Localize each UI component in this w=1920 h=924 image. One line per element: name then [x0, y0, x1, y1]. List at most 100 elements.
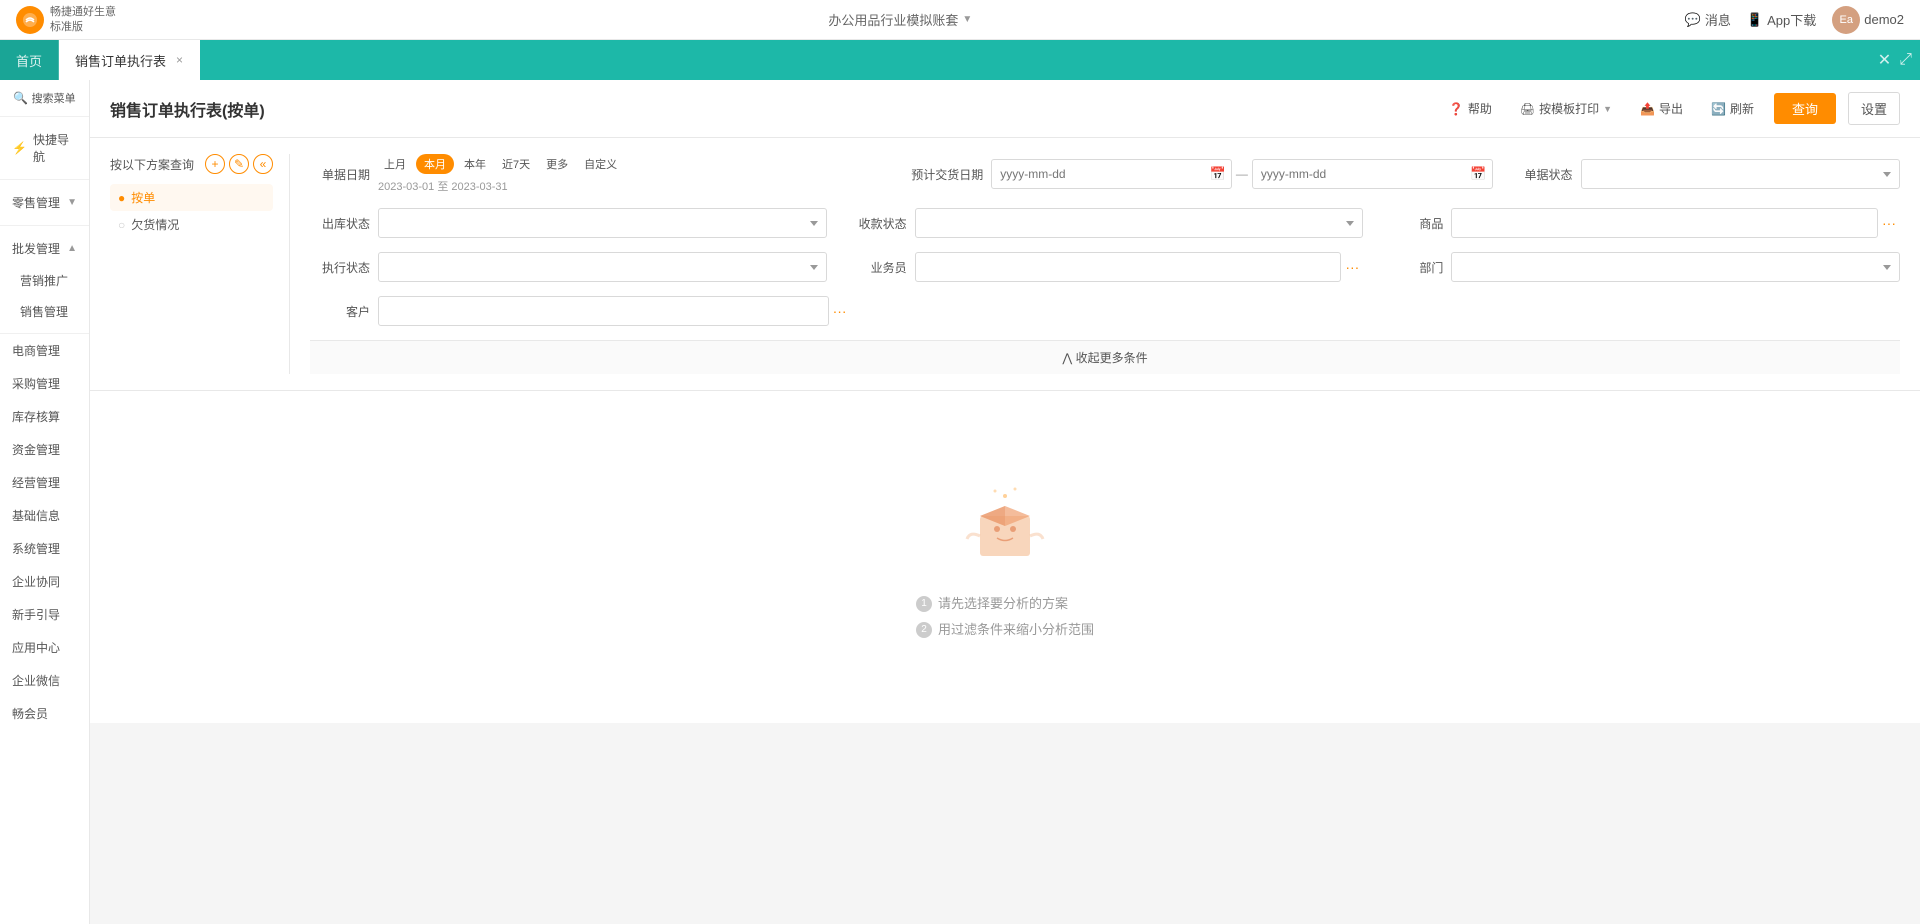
delivery-status-select[interactable]: [378, 208, 827, 238]
sidebar-item-marketing[interactable]: 营销推广: [0, 265, 89, 296]
sidebar-item-inventory[interactable]: 库存核算: [0, 400, 89, 433]
print-btn[interactable]: 🖨 按模板打印 ▼: [1512, 96, 1620, 121]
expected-date-from-input[interactable]: [991, 159, 1232, 189]
sidebar-item-corpwechat[interactable]: 企业微信: [0, 664, 89, 697]
sidebar-item-basic[interactable]: 基础信息: [0, 499, 89, 532]
goods-control: ···: [1451, 208, 1900, 238]
collapse-filter-btn[interactable]: ⋀ 收起更多条件: [310, 340, 1900, 374]
collapse-scheme-btn[interactable]: «: [253, 154, 273, 174]
expected-date-to-input[interactable]: [1252, 159, 1493, 189]
user-area[interactable]: Ea demo2: [1832, 6, 1904, 34]
page-header: 销售订单执行表(按单) ❓ 帮助 🖨 按模板打印 ▼ 📤 导出 🔄 刷新: [90, 80, 1920, 138]
date-btn-this-month[interactable]: 本月: [416, 154, 454, 174]
message-action[interactable]: 💬 消息: [1685, 10, 1731, 29]
sidebar-item-finance[interactable]: 资金管理: [0, 433, 89, 466]
exec-status-control: [378, 252, 827, 282]
sidebar-item-appstore[interactable]: 应用中心: [0, 631, 89, 664]
industry-selector[interactable]: 办公用品行业模拟账套 ▼: [828, 10, 972, 29]
export-btn[interactable]: 📤 导出: [1632, 96, 1691, 121]
goods-more-btn[interactable]: ···: [1878, 215, 1900, 231]
tab-home[interactable]: 首页: [0, 40, 59, 80]
date-range-text: 2023-03-01 至 2023-03-31: [378, 178, 891, 194]
sidebar-item-sales[interactable]: 销售管理: [0, 296, 89, 327]
dept-select[interactable]: [1451, 252, 1900, 282]
scheme-item-欠货情况[interactable]: ○ 欠货情况: [110, 211, 273, 238]
delivery-status-control: [378, 208, 827, 238]
filter-row-3: 执行状态 业务员 ···: [310, 252, 1900, 282]
date-btn-7days[interactable]: 近7天: [496, 154, 536, 174]
sidebar-item-retail[interactable]: 零售管理 ▼: [0, 186, 89, 219]
date-separator: —: [1236, 167, 1248, 181]
tab-expand-icon[interactable]: ⤢: [1899, 51, 1912, 69]
doc-status-control: [1581, 159, 1901, 189]
filter-payment-status: 收款状态: [847, 208, 1364, 238]
sidebar-item-wholesale[interactable]: 批发管理 ▲: [0, 232, 89, 265]
logo-text: 畅捷通好生意 标准版: [50, 5, 116, 34]
sidebar-section-retail: 零售管理 ▼: [0, 180, 89, 226]
active-tab-label: 销售订单执行表: [75, 51, 166, 70]
retail-arrow-icon: ▼: [67, 197, 77, 208]
empty-tips: 1 请先选择要分析的方案 2 用过滤条件来缩小分析范围: [916, 591, 1094, 643]
sidebar-item-newbie[interactable]: 新手引导: [0, 598, 89, 631]
sidebar-item-operations[interactable]: 经营管理: [0, 466, 89, 499]
payment-status-control: [915, 208, 1364, 238]
tip-item-2: 2 用过滤条件来缩小分析范围: [916, 617, 1094, 643]
goods-input[interactable]: [1451, 208, 1878, 238]
filter-fields: 单据日期 上月 本月 本年 近7天 更多 自定义 2023-03-01 至 20…: [290, 154, 1900, 374]
tab-close-all-icon[interactable]: ✕: [1878, 50, 1891, 70]
date-btn-last-month[interactable]: 上月: [378, 154, 412, 174]
help-btn[interactable]: ❓ 帮助: [1441, 96, 1500, 121]
empty-state: 1 请先选择要分析的方案 2 用过滤条件来缩小分析范围: [90, 391, 1920, 723]
date-btn-custom[interactable]: 自定义: [578, 154, 623, 174]
collapse-icon: ⋀: [1062, 351, 1072, 365]
top-header: 畅捷通好生意 标准版 办公用品行业模拟账套 ▼ 💬 消息 📱 App下载 Ea …: [0, 0, 1920, 40]
filter-row-4: 客户 ···: [310, 296, 1900, 326]
scheme-panel-title: 按以下方案查询 + ✎ «: [110, 154, 273, 174]
tab-sales-order[interactable]: 销售订单执行表 ×: [59, 40, 200, 80]
payment-status-select[interactable]: [915, 208, 1364, 238]
expected-date-to: 📅: [1252, 159, 1493, 189]
quick-nav-icon: ⚡: [12, 141, 27, 155]
settings-btn[interactable]: 设置: [1848, 92, 1900, 125]
content-area: 销售订单执行表(按单) ❓ 帮助 🖨 按模板打印 ▼ 📤 导出 🔄 刷新: [90, 80, 1920, 924]
wholesale-arrow-icon: ▲: [67, 243, 77, 254]
sidebar-item-purchase[interactable]: 采购管理: [0, 367, 89, 400]
edit-scheme-btn[interactable]: ✎: [229, 154, 249, 174]
customer-more-btn[interactable]: ···: [829, 303, 851, 319]
search-icon: 🔍: [13, 91, 28, 105]
tab-close-btn[interactable]: ×: [176, 53, 183, 67]
app-download-action[interactable]: 📱 App下载: [1747, 10, 1816, 29]
sidebar-item-member[interactable]: 畅会员: [0, 697, 89, 730]
scheme-item-按单[interactable]: ● 按单: [110, 184, 273, 211]
date-btn-more[interactable]: 更多: [540, 154, 574, 174]
date-label: 单据日期: [310, 166, 370, 183]
sidebar-item-ecommerce[interactable]: 电商管理: [0, 334, 89, 367]
header-right: 💬 消息 📱 App下载 Ea demo2: [1685, 6, 1904, 34]
page-title: 销售订单执行表(按单): [110, 97, 265, 121]
salesman-more-btn[interactable]: ···: [1341, 259, 1363, 275]
doc-status-select[interactable]: [1581, 159, 1901, 189]
home-tab-label: 首页: [16, 51, 42, 70]
expected-date-label: 预计交货日期: [911, 166, 983, 183]
delivery-status-label: 出库状态: [310, 215, 370, 232]
filter-delivery-status: 出库状态: [310, 208, 827, 238]
exec-status-select[interactable]: [378, 252, 827, 282]
salesman-input[interactable]: [915, 252, 1342, 282]
tip-num-2: 2: [916, 622, 932, 638]
filter-panel: 按以下方案查询 + ✎ « ● 按单 ○ 欠货情况: [90, 138, 1920, 391]
logo-area: 畅捷通好生意 标准版: [16, 5, 116, 34]
query-btn[interactable]: 查询: [1774, 93, 1836, 124]
sidebar-item-system[interactable]: 系统管理: [0, 532, 89, 565]
date-btn-this-year[interactable]: 本年: [458, 154, 492, 174]
sidebar-item-quick-nav[interactable]: ⚡ 快捷导航: [0, 123, 89, 173]
filter-scheme-panel: 按以下方案查询 + ✎ « ● 按单 ○ 欠货情况: [110, 154, 290, 374]
quick-dates: 上月 本月 本年 近7天 更多 自定义: [378, 154, 891, 174]
add-scheme-btn[interactable]: +: [205, 154, 225, 174]
customer-input[interactable]: [378, 296, 829, 326]
sidebar-item-enterprise[interactable]: 企业协同: [0, 565, 89, 598]
sidebar-search[interactable]: 🔍 搜索菜单: [0, 80, 89, 117]
export-icon: 📤: [1640, 102, 1655, 116]
refresh-btn[interactable]: 🔄 刷新: [1703, 96, 1762, 121]
download-icon: 📱: [1747, 12, 1763, 28]
header-left: 畅捷通好生意 标准版: [16, 5, 116, 34]
